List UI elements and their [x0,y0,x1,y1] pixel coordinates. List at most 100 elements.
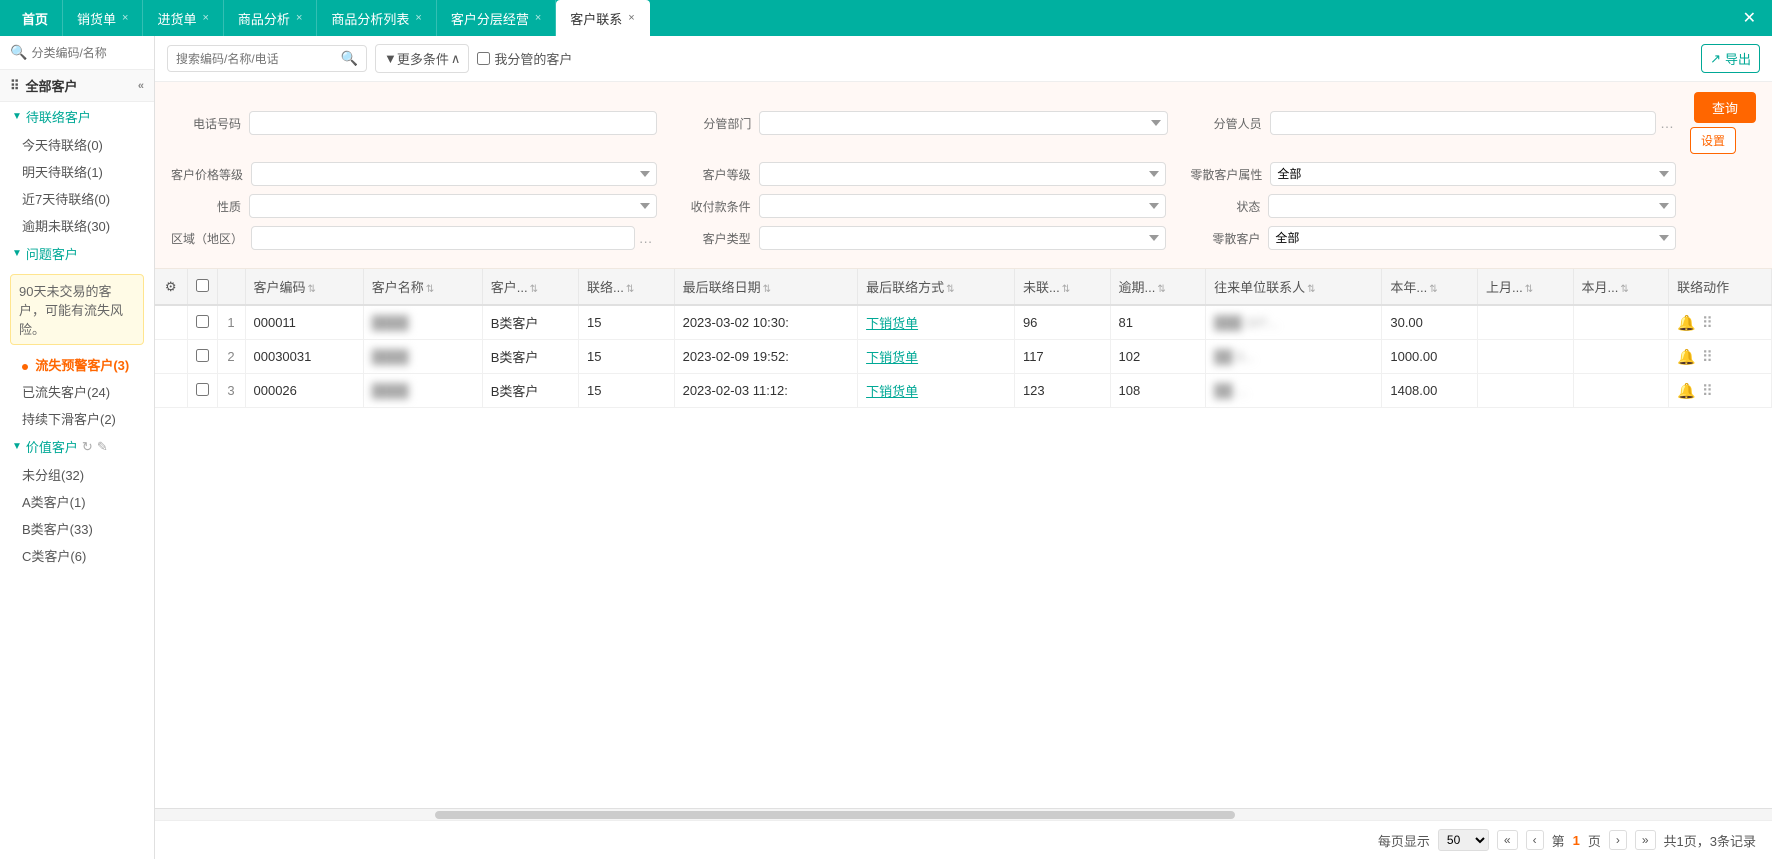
filter-region-more[interactable]: … [635,230,657,246]
last-page-button[interactable]: » [1635,830,1656,850]
row-check-1[interactable] [187,340,217,374]
sidebar-search-box: 🔍 [0,36,154,70]
col-settings[interactable]: ⚙ [155,269,187,305]
tab-home[interactable]: 首页 [8,0,63,36]
query-button[interactable]: 查询 [1694,92,1756,123]
sidebar-all-customers[interactable]: ⠿ 全部客户 « [0,70,154,102]
row-checkbox-0[interactable] [196,315,209,328]
filter-customer-level-select[interactable] [759,162,1167,186]
sidebar-item-overdue[interactable]: 逾期未联络(30) [0,212,154,239]
more-conditions-button[interactable]: ▼ 更多条件 ∧ [375,44,469,73]
sidebar-item-7days[interactable]: 近7天待联络(0) [0,185,154,212]
action-menu-icon-2[interactable]: ⠿ [1702,382,1713,400]
tab-purchase-close[interactable]: × [202,12,208,24]
tab-sales-close[interactable]: × [122,12,128,24]
sidebar-item-churned[interactable]: 已流失客户(24) [0,378,154,405]
value-edit-icon[interactable]: ✎ [97,439,108,455]
col-uncontacted[interactable]: 未联...⇅ [1014,269,1110,305]
prev-page-button[interactable]: ‹ [1526,830,1544,850]
sidebar-group-pending[interactable]: ▼ 待联络客户 [0,102,154,131]
ungrouped-label: 未分组(32) [22,468,84,483]
first-page-button[interactable]: « [1497,830,1518,850]
horizontal-scrollbar[interactable] [155,808,1772,820]
sidebar-item-a-class[interactable]: A类客户(1) [0,488,154,515]
filter-payment-select[interactable] [759,194,1167,218]
col-this-month[interactable]: 本月...⇅ [1573,269,1669,305]
col-this-year[interactable]: 本年...⇅ [1382,269,1478,305]
tab-sales[interactable]: 销货单 × [63,0,143,36]
row-last-way-0[interactable]: 下销货单 [858,305,1015,340]
tab-goods-analysis[interactable]: 商品分析 × [224,0,317,36]
next-page-button[interactable]: › [1609,830,1627,850]
tab-customer-contact[interactable]: 客户联系 × [556,0,649,36]
col-last-month[interactable]: 上月...⇅ [1477,269,1573,305]
tab-goods-analysis-close[interactable]: × [296,12,302,24]
row-last-way-2[interactable]: 下销货单 [858,374,1015,408]
sidebar-group-problem[interactable]: ▼ 问题客户 [0,239,154,268]
search-input[interactable] [176,52,341,66]
sidebar-item-today[interactable]: 今天待联络(0) [0,131,154,158]
filter-region-input[interactable] [251,226,635,250]
table-body: 1 000011 ████ B类客户 15 2023-03-02 10:30: … [155,305,1772,408]
filter-status-select[interactable] [1268,194,1676,218]
filter-phone-input[interactable] [249,111,657,135]
filter-retail-attr-select[interactable]: 全部 [1270,162,1676,186]
filter-person-input[interactable] [1270,111,1656,135]
sidebar-item-churn-warning[interactable]: 流失预警客户(3) [0,351,154,378]
filter-dept-select[interactable] [759,111,1167,135]
filter-customer-type-select[interactable] [759,226,1167,250]
tab-goods-list-label: 商品分析列表 [331,9,409,28]
filter-retail-select[interactable]: 全部 [1268,226,1676,250]
col-check[interactable] [187,269,217,305]
sidebar-group-value[interactable]: ▼ 价值客户 ↻ ✎ [0,432,154,461]
col-code[interactable]: 客户编码⇅ [245,269,363,305]
sort-icon-last-month: ⇅ [1525,284,1533,295]
sidebar-item-b-class[interactable]: B类客户(33) [0,515,154,542]
filter-person-more[interactable]: … [1656,115,1678,131]
filter-customer-type: 客户类型 [681,226,1167,250]
per-page-select[interactable]: 50 100 [1438,829,1489,851]
scrollbar-thumb[interactable] [435,811,1235,819]
col-unit-contact[interactable]: 往来单位联系人⇅ [1206,269,1382,305]
filter-price-level-select[interactable] [251,162,657,186]
sidebar-search-input[interactable] [31,46,144,60]
row-checkbox-1[interactable] [196,349,209,362]
col-overdue[interactable]: 逾期...⇅ [1110,269,1206,305]
col-type[interactable]: 客户...⇅ [482,269,578,305]
tab-customer-layer-close[interactable]: × [535,12,541,24]
action-menu-icon-1[interactable]: ⠿ [1702,348,1713,366]
tab-goods-list[interactable]: 商品分析列表 × [317,0,436,36]
value-refresh-icon[interactable]: ↻ [82,439,93,455]
my-customers-checkbox[interactable] [477,52,490,65]
search-box: 🔍 [167,45,367,72]
col-name[interactable]: 客户名称⇅ [363,269,482,305]
tab-customer-contact-close[interactable]: × [628,12,634,24]
action-menu-icon-0[interactable]: ⠿ [1702,314,1713,332]
row-last-way-1[interactable]: 下销货单 [858,340,1015,374]
row-checkbox-2[interactable] [196,383,209,396]
tab-customer-layer[interactable]: 客户分层经营 × [437,0,556,36]
row-num-1: 2 [217,340,245,374]
tab-goods-list-close[interactable]: × [415,12,421,24]
row-check-2[interactable] [187,374,217,408]
window-close-button[interactable]: ✕ [1735,8,1764,28]
sidebar-item-ungrouped[interactable]: 未分组(32) [0,461,154,488]
row-unit-contact-2: ██ ... [1206,374,1382,408]
settings-button[interactable]: 设置 [1690,127,1736,154]
export-button[interactable]: ↗ 导出 [1701,44,1760,73]
tab-purchase[interactable]: 进货单 × [143,0,223,36]
row-check-0[interactable] [187,305,217,340]
col-last-way[interactable]: 最后联络方式⇅ [858,269,1015,305]
sidebar-item-tomorrow[interactable]: 明天待联络(1) [0,158,154,185]
col-contact[interactable]: 联络...⇅ [579,269,675,305]
filter-nature-select[interactable] [249,194,657,218]
sidebar-item-c-class[interactable]: C类客户(6) [0,542,154,569]
action-bell-icon-0[interactable]: 🔔 [1677,314,1696,332]
sidebar-item-declining[interactable]: 持续下滑客户(2) [0,405,154,432]
select-all-checkbox[interactable] [196,279,209,292]
search-button[interactable]: 🔍 [341,50,358,67]
action-bell-icon-1[interactable]: 🔔 [1677,348,1696,366]
my-customers-checkbox-label[interactable]: 我分管的客户 [477,49,572,68]
action-bell-icon-2[interactable]: 🔔 [1677,382,1696,400]
col-last-date[interactable]: 最后联络日期⇅ [674,269,857,305]
